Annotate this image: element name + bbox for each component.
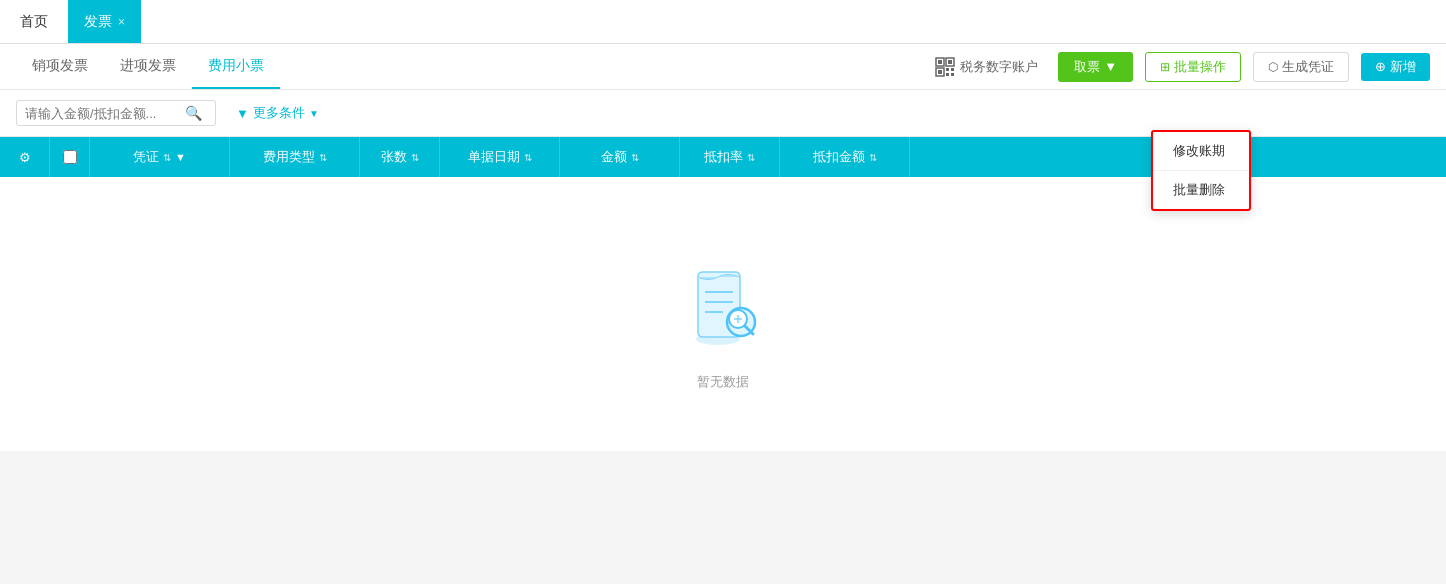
take-ticket-button[interactable]: 取票 ▼	[1058, 52, 1133, 82]
sub-tabs-right: 税务数字账户 取票 ▼ ⊞ 批量操作 ⬡ 生成凭证 ⊕ 新增	[926, 52, 1430, 82]
add-label: 新增	[1390, 58, 1416, 76]
filter-arrow: ▼	[309, 108, 319, 119]
th-settings[interactable]: ⚙	[0, 137, 50, 177]
take-ticket-label: 取票	[1074, 58, 1100, 76]
th-voucher-label: 凭证	[133, 148, 159, 166]
th-count-label: 张数	[381, 148, 407, 166]
qr-label: 税务数字账户	[960, 58, 1038, 76]
close-icon[interactable]: ×	[118, 15, 125, 29]
svg-rect-9	[951, 73, 954, 76]
sort-rate-icon[interactable]: ⇅	[747, 152, 755, 163]
sort-date-icon[interactable]: ⇅	[524, 152, 532, 163]
th-count: 张数 ⇅	[360, 137, 440, 177]
select-all-checkbox[interactable]	[63, 150, 77, 164]
filter-label: 更多条件	[253, 104, 305, 122]
nav-home[interactable]: 首页	[0, 0, 68, 43]
sort-deduct-icon[interactable]: ⇅	[869, 152, 877, 163]
tab-input[interactable]: 进项发票	[104, 44, 192, 89]
settings-icon: ⚙	[19, 150, 31, 165]
th-amount: 金额 ⇅	[560, 137, 680, 177]
search-input[interactable]	[25, 106, 185, 121]
filter-icon: ▼	[236, 106, 249, 121]
svg-rect-3	[948, 60, 952, 64]
batch-operation-button[interactable]: ⊞ 批量操作	[1145, 52, 1241, 82]
th-expense-type: 费用类型 ⇅	[230, 137, 360, 177]
search-icon: 🔍	[185, 105, 202, 121]
take-ticket-arrow: ▼	[1104, 59, 1117, 74]
sort-amount-icon[interactable]: ⇅	[631, 152, 639, 163]
filter-voucher-icon[interactable]: ▼	[175, 151, 186, 163]
svg-rect-5	[938, 70, 942, 74]
voucher-label: 生成凭证	[1282, 58, 1334, 76]
dropdown-modify-period[interactable]: 修改账期	[1153, 132, 1249, 170]
th-deduct-rate: 抵扣率 ⇅	[680, 137, 780, 177]
nav-tab-invoice[interactable]: 发票 ×	[68, 0, 141, 43]
tab-sales[interactable]: 销项发票	[16, 44, 104, 89]
th-date: 单据日期 ⇅	[440, 137, 560, 177]
th-deduct-rate-label: 抵扣率	[704, 148, 743, 166]
filter-button[interactable]: ▼ 更多条件 ▼	[228, 100, 327, 126]
empty-illustration	[673, 257, 773, 357]
tab-expense[interactable]: 费用小票	[192, 44, 280, 89]
sub-tabs: 销项发票 进项发票 费用小票 税务数字账户 取票 ▼	[0, 44, 1446, 90]
empty-text: 暂无数据	[697, 373, 749, 391]
sort-voucher-icon[interactable]: ⇅	[163, 152, 171, 163]
th-deduct-amount: 抵扣金额 ⇅	[780, 137, 910, 177]
qr-btn[interactable]: 税务数字账户	[926, 52, 1046, 82]
batch-icon: ⊞	[1160, 60, 1170, 74]
voucher-icon: ⬡	[1268, 60, 1278, 74]
sub-tabs-left: 销项发票 进项发票 费用小票	[16, 44, 280, 89]
svg-rect-7	[951, 68, 954, 71]
th-expense-type-label: 费用类型	[263, 148, 315, 166]
top-nav: 首页 发票 ×	[0, 0, 1446, 44]
generate-voucher-button[interactable]: ⬡ 生成凭证	[1253, 52, 1349, 82]
th-amount-label: 金额	[601, 148, 627, 166]
th-deduct-amount-label: 抵扣金额	[813, 148, 865, 166]
qr-icon	[934, 56, 956, 78]
th-date-label: 单据日期	[468, 148, 520, 166]
th-checkbox[interactable]	[50, 137, 90, 177]
sort-expense-icon[interactable]: ⇅	[319, 152, 327, 163]
batch-dropdown-menu: 修改账期 批量删除	[1151, 130, 1251, 211]
add-button[interactable]: ⊕ 新增	[1361, 53, 1430, 81]
th-voucher: 凭证 ⇅ ▼	[90, 137, 230, 177]
sort-count-icon[interactable]: ⇅	[411, 152, 419, 163]
empty-state: 暂无数据	[0, 177, 1446, 451]
svg-rect-8	[946, 73, 949, 76]
search-input-wrapper[interactable]: 🔍	[16, 100, 216, 126]
nav-tab-label: 发票	[84, 13, 112, 31]
dropdown-batch-delete[interactable]: 批量删除	[1153, 171, 1249, 209]
batch-label: 批量操作	[1174, 58, 1226, 76]
add-icon: ⊕	[1375, 59, 1386, 74]
svg-rect-1	[938, 60, 942, 64]
svg-rect-6	[946, 68, 949, 71]
